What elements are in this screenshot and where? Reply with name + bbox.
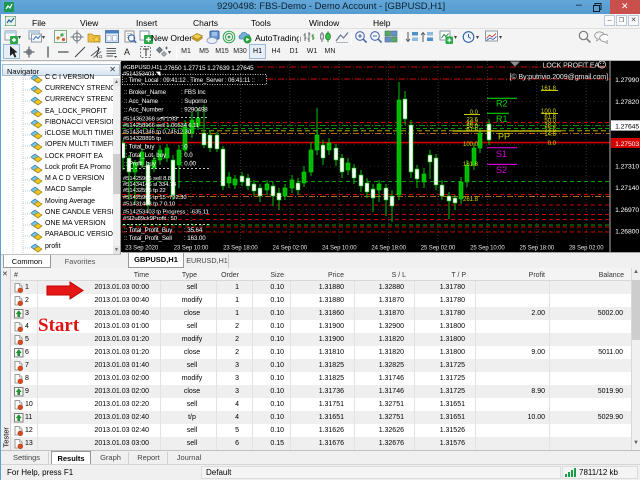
- svg-text:23 Sep 10:00: 23 Sep 10:00: [174, 246, 209, 252]
- svg-text:1.26970: 1.26970: [615, 207, 639, 214]
- svg-text:: 9290498: : 9290498: [181, 107, 208, 114]
- svg-text:161.8: 161.8: [541, 86, 557, 92]
- svg-text:1.27650 1.27715 1.27639 1.2764: 1.27650 1.27715 1.27639 1.27645: [159, 65, 254, 72]
- svg-text:1.27310: 1.27310: [615, 164, 639, 171]
- svg-text:1.27503: 1.27503: [615, 141, 639, 148]
- svg-text:: 0.0: : 0.0: [181, 152, 193, 159]
- svg-text:14.6: 14.6: [544, 132, 556, 138]
- svg-text:R1: R1: [496, 114, 508, 124]
- svg-text:24 Sep 02:00: 24 Sep 02:00: [273, 246, 308, 252]
- svg-text:23 Sep 18:00: 23 Sep 18:00: [223, 246, 258, 252]
- svg-text:#514328895 tp: #514328895 tp: [123, 136, 162, 142]
- svg-text:0.0: 0.0: [548, 141, 557, 147]
- svg-text:1.27140: 1.27140: [615, 185, 639, 192]
- svg-text:: 0: : 0: [181, 144, 188, 151]
- svg-text:261.8: 261.8: [463, 197, 479, 203]
- svg-text::: Acc_Number: :: Acc_Number: [124, 107, 163, 114]
- svg-text:1.26800: 1.26800: [615, 228, 639, 235]
- svg-text:#51425966 sell 8.8: #51425966 sell 8.8: [123, 176, 172, 182]
- svg-text:: FBS Inc: : FBS Inc: [181, 89, 206, 96]
- svg-text:28 Sep 02:00: 28 Sep 02:00: [569, 246, 604, 252]
- svg-text::: Total_Profit_Sell: :: Total_Profit_Sell: [124, 235, 172, 242]
- svg-text:S1: S1: [496, 149, 507, 159]
- svg-text:: Suporno: : Suporno: [181, 98, 208, 105]
- svg-text:: 163.00: : 163.00: [184, 235, 206, 242]
- svg-text:25 Sep 18:00: 25 Sep 18:00: [520, 246, 555, 252]
- svg-text:1.27990: 1.27990: [615, 77, 639, 84]
- svg-text:#514341346 tp 0.74512.30: #514341346 tp 0.74512.30: [123, 130, 192, 136]
- svg-text:0.0: 0.0: [470, 110, 479, 116]
- svg-text:Ω: Ω: [99, 54, 103, 59]
- svg-text:1.27645: 1.27645: [615, 123, 639, 130]
- svg-text:LOCK PROFIT EA: LOCK PROFIT EA: [543, 63, 600, 70]
- svg-text::: Profit_buy: :: Profit_buy: [124, 160, 157, 167]
- svg-text::: Total_Profit_Buy: :: Total_Profit_Buy: [124, 227, 173, 234]
- svg-text::: Total_buy: :: Total_buy: [124, 144, 155, 151]
- svg-text:1.27820: 1.27820: [615, 99, 639, 106]
- svg-text:#51431408 tp 7 0.10: #51431408 tp 7 0.10: [123, 202, 176, 208]
- svg-text:S2: S2: [496, 165, 507, 175]
- svg-text:#51425986 tp 15 -792.30: #51425986 tp 15 -792.30: [123, 195, 187, 201]
- svg-text:PP: PP: [498, 131, 510, 141]
- svg-text:24 Sep 18:00: 24 Sep 18:00: [371, 246, 406, 252]
- svg-text:25 Sep 10:00: 25 Sep 10:00: [470, 246, 505, 252]
- svg-text:#GBPUSD,H1: #GBPUSD,H1: [123, 65, 159, 71]
- svg-text:#51432595 tp 22: #51432595 tp 22: [123, 188, 166, 194]
- svg-text:24 Sep 10:00: 24 Sep 10:00: [322, 246, 357, 252]
- svg-text:: 0.00: : 0.00: [181, 160, 197, 167]
- svg-text::: Total_Lot_buy: :: Total_Lot_buy: [124, 152, 167, 159]
- svg-text:100.0: 100.0: [463, 142, 479, 148]
- svg-text::: Broker_Name: :: Broker_Name: [124, 89, 167, 96]
- svg-text:23 Sep 2020: 23 Sep 2020: [125, 246, 159, 252]
- svg-text:61.8: 61.8: [466, 128, 478, 134]
- svg-text::: Acc_Name: :: Acc_Name: [124, 98, 159, 105]
- svg-text:[© By:putrivio.2009@gmail.com]: [© By:putrivio.2009@gmail.com]: [509, 73, 608, 81]
- svg-text:25 Sep 02:00: 25 Sep 02:00: [421, 246, 456, 252]
- svg-text:#514258966 sell 1.06534 6.11: #514258966 sell 1.06534 6.11: [123, 123, 199, 129]
- svg-text:#Sl2u89ck9Profit : 50: #Sl2u89ck9Profit : 50: [123, 216, 178, 222]
- svg-text:R2: R2: [496, 99, 508, 109]
- svg-text:#514253403 tp Progress : -635.: #514253403 tp Progress : -635.11: [123, 209, 209, 215]
- svg-text::: Time_Local : 09:41:12 . Tim: :: Time_Local : 09:41:12 . Time_Server :…: [124, 78, 255, 84]
- svg-text:161.8: 161.8: [463, 162, 479, 168]
- svg-text:: 35.64: : 35.64: [184, 227, 203, 234]
